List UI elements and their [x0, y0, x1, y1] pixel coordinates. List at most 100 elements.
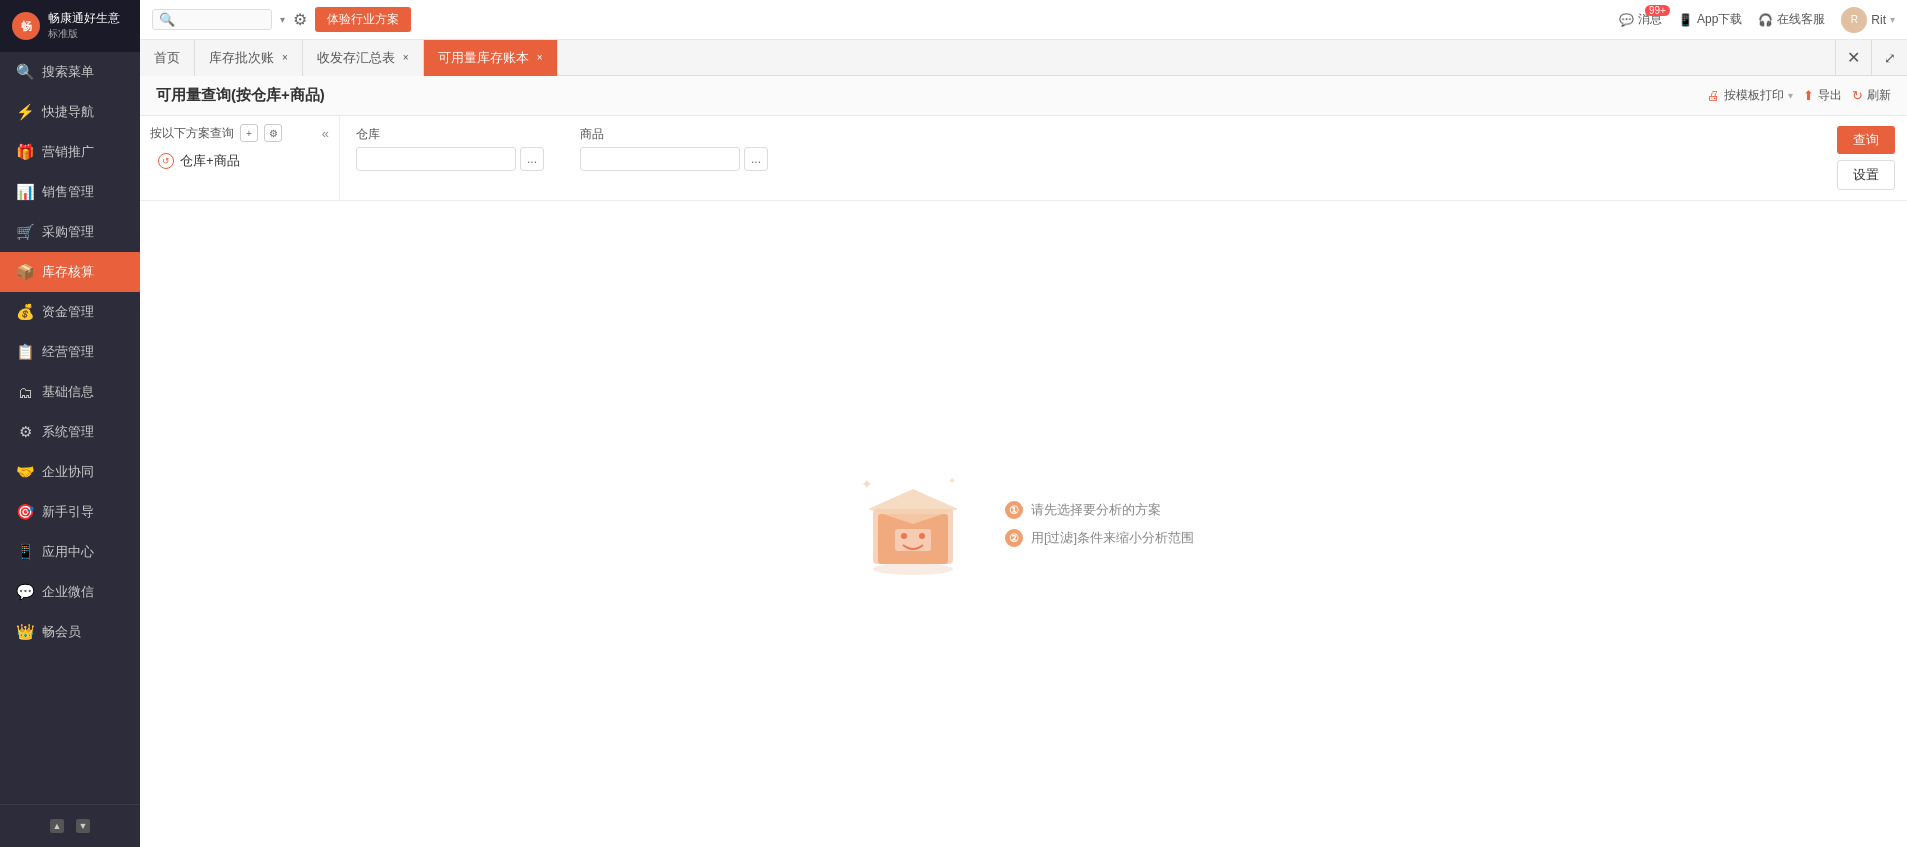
sidebar-item-operation[interactable]: 📋 经营管理: [0, 332, 140, 372]
user-info[interactable]: R Rit ▾: [1841, 7, 1895, 33]
add-scheme-button[interactable]: +: [240, 124, 258, 142]
filter-fields: 仓库 ... 商品 ...: [340, 116, 1825, 200]
empty-hint-1: ① 请先选择要分析的方案: [1005, 501, 1194, 519]
refresh-button[interactable]: ↻ 刷新: [1852, 87, 1891, 104]
user-name: Rit: [1871, 13, 1886, 27]
main-area: 🔍 ▾ ⚙ 体验行业方案 💬 消息 99+ 📱 App下载 🎧 在线客服 R: [140, 0, 1907, 847]
sidebar-item-app-center[interactable]: 📱 应用中心: [0, 532, 140, 572]
settings-button[interactable]: 设置: [1837, 160, 1895, 190]
scheme-item-warehouse-goods[interactable]: ↺ 仓库+商品: [150, 148, 329, 174]
export-button[interactable]: ⬆ 导出: [1803, 87, 1842, 104]
warehouse-label: 仓库: [356, 126, 556, 143]
empty-text: ① 请先选择要分析的方案 ② 用[过滤]条件来缩小分析范围: [1005, 501, 1194, 547]
wechat-icon: 💬: [16, 583, 34, 601]
customer-service-button[interactable]: 🎧 在线客服: [1758, 11, 1825, 28]
filter-area: 按以下方案查询 + ⚙ « ↺ 仓库+商品 仓库 ...: [140, 116, 1907, 201]
warehouse-input[interactable]: [356, 147, 516, 171]
search-icon: 🔍: [16, 63, 34, 81]
tab-receive-summary[interactable]: 收发存汇总表 ×: [303, 40, 424, 76]
sidebar-item-member[interactable]: 👑 畅会员: [0, 612, 140, 652]
tab-batch-ledger-label: 库存批次账: [209, 49, 274, 67]
tab-home-label: 首页: [154, 49, 180, 67]
page-header: 可用量查询(按仓库+商品) 🖨 按模板打印 ▾ ⬆ 导出 ↻ 刷新: [140, 76, 1907, 116]
sidebar-item-label: 企业协同: [42, 463, 94, 481]
sales-icon: 📊: [16, 183, 34, 201]
template-print-button[interactable]: 🖨 按模板打印 ▾: [1707, 87, 1793, 104]
messages-badge: 99+: [1645, 5, 1670, 16]
basic-icon: 🗂: [16, 383, 34, 401]
collapse-panel-icon[interactable]: «: [322, 126, 329, 141]
sidebar-item-label: 新手引导: [42, 503, 94, 521]
sidebar-item-sales[interactable]: 📊 销售管理: [0, 172, 140, 212]
tab-home[interactable]: 首页: [140, 40, 195, 76]
print-dropdown-icon[interactable]: ▾: [1788, 90, 1793, 101]
search-dropdown-icon[interactable]: ▾: [280, 14, 285, 25]
scheme-item-label: 仓库+商品: [180, 152, 240, 170]
refresh-icon: ↻: [1852, 88, 1863, 103]
sidebar-item-label: 库存核算: [42, 263, 94, 281]
tab-receive-summary-label: 收发存汇总表: [317, 49, 395, 67]
tabs-close-all-button[interactable]: ✕: [1835, 40, 1871, 76]
tabs-expand-button[interactable]: ⤢: [1871, 40, 1907, 76]
goods-input[interactable]: [580, 147, 740, 171]
sidebar-item-label: 企业微信: [42, 583, 94, 601]
filter-scheme-header: 按以下方案查询 + ⚙ «: [150, 124, 329, 142]
member-icon: 👑: [16, 623, 34, 641]
guide-icon: 🎯: [16, 503, 34, 521]
tab-batch-ledger-close[interactable]: ×: [282, 52, 288, 63]
empty-hint-2: ② 用[过滤]条件来缩小分析范围: [1005, 529, 1194, 547]
sidebar-item-label: 采购管理: [42, 223, 94, 241]
sidebar-nav: 🔍 搜索菜单 ⚡ 快捷导航 🎁 营销推广 📊 销售管理 🛒 采购管理 📦 库存核…: [0, 52, 140, 804]
sidebar-item-guide[interactable]: 🎯 新手引导: [0, 492, 140, 532]
sidebar-item-label: 搜索菜单: [42, 63, 94, 81]
search-input[interactable]: [179, 13, 259, 27]
tab-available-ledger[interactable]: 可用量库存账本 ×: [424, 40, 558, 76]
quick-nav-icon: ⚡: [16, 103, 34, 121]
svg-rect-3: [895, 529, 931, 551]
page-header-actions: 🖨 按模板打印 ▾ ⬆ 导出 ↻ 刷新: [1707, 87, 1891, 104]
tab-receive-summary-close[interactable]: ×: [403, 52, 409, 63]
topbar-search-box[interactable]: 🔍: [152, 9, 272, 30]
warehouse-more-button[interactable]: ...: [520, 147, 544, 171]
svg-point-5: [919, 533, 925, 539]
filter-actions: 查询 设置: [1825, 116, 1907, 200]
message-icon: 💬: [1619, 13, 1634, 27]
sidebar-item-search[interactable]: 🔍 搜索菜单: [0, 52, 140, 92]
sidebar-item-inventory[interactable]: 📦 库存核算: [0, 252, 140, 292]
user-dropdown-icon[interactable]: ▾: [1890, 14, 1895, 25]
settings-scheme-button[interactable]: ⚙: [264, 124, 282, 142]
svg-text:✦: ✦: [861, 476, 873, 492]
sidebar-item-label: 经营管理: [42, 343, 94, 361]
sidebar-item-wechat[interactable]: 💬 企业微信: [0, 572, 140, 612]
sidebar-item-label: 基础信息: [42, 383, 94, 401]
svg-point-4: [901, 533, 907, 539]
sidebar: 畅 畅康通好生意 标准版 🔍 搜索菜单 ⚡ 快捷导航 🎁 营销推广 📊 销售管理…: [0, 0, 140, 847]
sidebar-item-label: 应用中心: [42, 543, 94, 561]
sidebar-item-system[interactable]: ⚙ 系统管理: [0, 412, 140, 452]
sidebar-item-quick-nav[interactable]: ⚡ 快捷导航: [0, 92, 140, 132]
sidebar-item-finance[interactable]: 💰 资金管理: [0, 292, 140, 332]
svg-text:✦: ✦: [948, 475, 956, 486]
sidebar-item-label: 畅会员: [42, 623, 81, 641]
sidebar-item-marketing[interactable]: 🎁 营销推广: [0, 132, 140, 172]
goods-field: 商品 ...: [580, 126, 780, 171]
sidebar-item-enterprise[interactable]: 🤝 企业协同: [0, 452, 140, 492]
gear-icon[interactable]: ⚙: [293, 10, 307, 29]
messages-button[interactable]: 💬 消息 99+: [1619, 11, 1662, 28]
sidebar-scroll-up[interactable]: ▲: [50, 819, 64, 833]
app-download-button[interactable]: 📱 App下载: [1678, 11, 1742, 28]
tab-available-ledger-close[interactable]: ×: [537, 52, 543, 63]
sidebar-item-purchase[interactable]: 🛒 采购管理: [0, 212, 140, 252]
purchase-icon: 🛒: [16, 223, 34, 241]
sidebar-item-label: 资金管理: [42, 303, 94, 321]
goods-more-button[interactable]: ...: [744, 147, 768, 171]
avatar-text: R: [1851, 14, 1858, 25]
search-icon: 🔍: [159, 12, 175, 27]
sidebar-item-label: 快捷导航: [42, 103, 94, 121]
tab-batch-ledger[interactable]: 库存批次账 ×: [195, 40, 303, 76]
sidebar-scroll-down[interactable]: ▼: [76, 819, 90, 833]
industry-solution-button[interactable]: 体验行业方案: [315, 7, 411, 32]
goods-label: 商品: [580, 126, 780, 143]
query-button[interactable]: 查询: [1837, 126, 1895, 154]
sidebar-item-basic[interactable]: 🗂 基础信息: [0, 372, 140, 412]
